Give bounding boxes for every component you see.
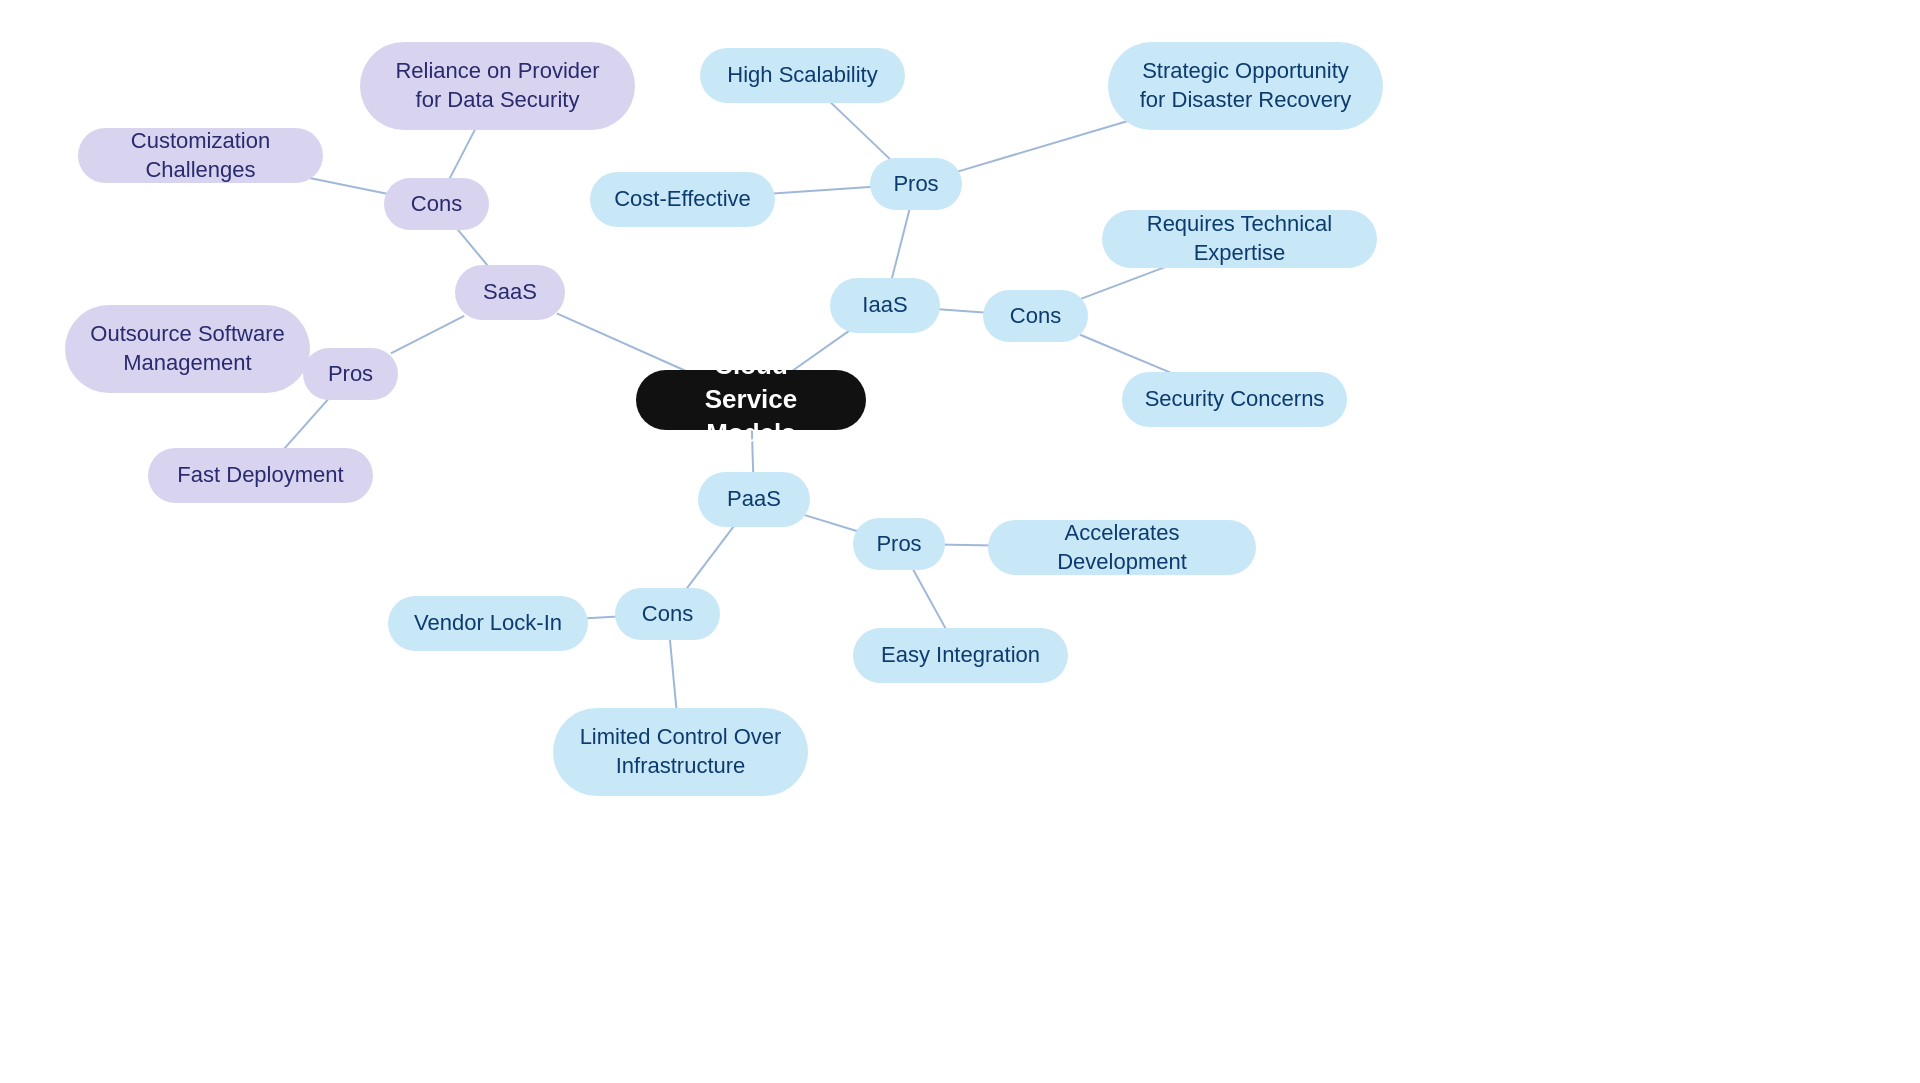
pros-paas-node: Pros <box>853 518 945 570</box>
svg-line-14 <box>1080 264 1174 300</box>
high-scalability-node: High Scalability <box>700 48 905 103</box>
svg-line-19 <box>911 566 947 632</box>
cons-saas-node: Cons <box>384 178 489 230</box>
pros-iaas-node: Pros <box>870 158 962 210</box>
svg-line-17 <box>684 523 736 592</box>
iaas-node: IaaS <box>830 278 940 333</box>
svg-line-16 <box>802 514 860 532</box>
svg-line-7 <box>448 123 478 181</box>
svg-line-4 <box>455 226 491 269</box>
svg-line-8 <box>305 177 392 195</box>
outsource-node: Outsource Software Management <box>65 305 310 393</box>
center-node: Cloud Service Models <box>636 370 866 430</box>
svg-line-11 <box>827 99 893 162</box>
cons-iaas-node: Cons <box>983 290 1088 342</box>
cost-effective-node: Cost-Effective <box>590 172 775 227</box>
fast-deploy-node: Fast Deployment <box>148 448 373 503</box>
easy-integration-node: Easy Integration <box>853 628 1068 683</box>
svg-line-21 <box>670 636 677 715</box>
reliance-node: Reliance on Provider for Data Security <box>360 42 635 130</box>
strategic-node: Strategic Opportunity for Disaster Recov… <box>1108 42 1383 130</box>
svg-line-15 <box>1080 335 1179 376</box>
cons-paas-node: Cons <box>615 588 720 640</box>
svg-line-12 <box>761 187 877 195</box>
svg-line-9 <box>891 206 910 282</box>
security-concerns-node: Security Concerns <box>1122 372 1347 427</box>
limited-control-node: Limited Control Over Infrastructure <box>553 708 808 796</box>
saas-node: SaaS <box>455 265 565 320</box>
svg-line-10 <box>932 309 991 313</box>
svg-line-6 <box>281 396 331 452</box>
pros-saas-node: Pros <box>303 348 398 400</box>
paas-node: PaaS <box>698 472 810 527</box>
svg-line-13 <box>955 121 1129 173</box>
requires-tech-node: Requires Technical Expertise <box>1102 210 1377 268</box>
accelerates-node: Accelerates Development <box>988 520 1256 575</box>
vendor-lock-node: Vendor Lock-In <box>388 596 588 651</box>
svg-line-3 <box>391 316 464 353</box>
customization-node: Customization Challenges <box>78 128 323 183</box>
